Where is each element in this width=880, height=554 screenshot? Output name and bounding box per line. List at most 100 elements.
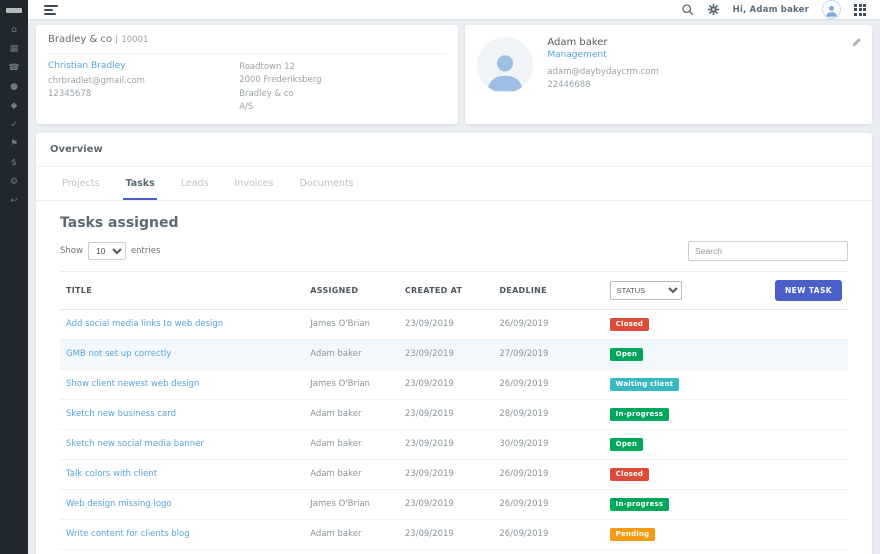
tasks-icon[interactable]: ✓ xyxy=(0,120,28,130)
apps-grid-icon[interactable] xyxy=(854,4,866,16)
calendar-icon[interactable]: ▦ xyxy=(0,44,28,54)
tab-invoices[interactable]: Invoices xyxy=(233,167,276,200)
table-row: Web design missing logoJames O'Brian23/0… xyxy=(60,489,848,519)
task-title-link[interactable]: Sketch new business card xyxy=(66,409,176,419)
cell-deadline: 27/09/2019 xyxy=(493,339,603,369)
table-row: Talk colors with clientAdam baker23/09/2… xyxy=(60,459,848,489)
user-email: adam@daybydaycrm.com xyxy=(547,66,658,79)
search-input[interactable] xyxy=(688,241,848,261)
cell-deadline: 26/09/2019 xyxy=(493,309,603,339)
table-row: Sketch new social media banner Adam baker… xyxy=(60,429,848,459)
cell-assigned: Adam baker xyxy=(304,429,399,459)
projects-icon[interactable]: ◆ xyxy=(0,101,28,111)
new-task-button[interactable]: NEW TASK xyxy=(775,280,842,301)
top-bar: Hi, Adam baker xyxy=(28,0,880,19)
table-row: Write content for clients blog Adam baker… xyxy=(60,519,848,549)
sidebar: ⌂ ▦ ☎ ● ◆ ✓ ⚑ $ ⚙ ↩ xyxy=(0,0,28,554)
column-header-deadline[interactable]: DEADLINE xyxy=(493,271,603,309)
tab-bar: Projects Tasks Leads Invoices Documents xyxy=(36,167,872,201)
address-line: Roadtown 12 xyxy=(239,61,446,74)
tab-tasks[interactable]: Tasks xyxy=(123,167,156,200)
tab-documents[interactable]: Documents xyxy=(297,167,355,200)
overview-title: Overview xyxy=(36,133,872,167)
sidebar-nav: ⌂ ▦ ☎ ● ◆ ✓ ⚑ $ ⚙ ↩ xyxy=(0,25,28,206)
cell-created: 23/09/2019 xyxy=(399,399,494,429)
company-separator: | xyxy=(115,35,118,45)
entries-select[interactable]: 10 xyxy=(88,242,126,260)
contacts-icon[interactable]: ● xyxy=(0,82,28,92)
status-badge: In-progress xyxy=(610,498,670,511)
tab-projects[interactable]: Projects xyxy=(60,167,101,200)
table-row: Sketch new business card Adam baker23/09/… xyxy=(60,399,848,429)
cell-created: 23/09/2019 xyxy=(399,429,494,459)
section-title: Tasks assigned xyxy=(60,215,848,231)
show-label: Show xyxy=(60,246,83,256)
status-badge: Open xyxy=(610,438,644,451)
settings-icon[interactable]: ⚙ xyxy=(0,177,28,187)
cell-deadline: 30/09/2019 xyxy=(493,429,603,459)
cell-assigned: James O'Brian xyxy=(304,309,399,339)
logout-icon[interactable]: ↩ xyxy=(0,196,28,206)
user-role-link[interactable]: Management xyxy=(547,50,658,60)
task-title-link[interactable]: GMB not set up correctly xyxy=(66,349,171,359)
content-area: Bradley & co | 10001 Christian Bradley c… xyxy=(28,19,880,554)
cell-created: 23/09/2019 xyxy=(399,369,494,399)
company-number: 10001 xyxy=(121,35,148,45)
cell-deadline: 26/09/2019 xyxy=(493,489,603,519)
avatar[interactable] xyxy=(822,0,841,19)
contact-name-link[interactable]: Christian Bradley xyxy=(48,61,239,71)
user-name: Adam baker xyxy=(547,37,658,48)
task-title-link[interactable]: Web design missing logo xyxy=(66,499,172,509)
task-title-link[interactable]: Show client newest web design xyxy=(66,379,199,389)
gear-icon[interactable] xyxy=(707,3,720,16)
column-header-title[interactable]: TITLE xyxy=(60,271,304,309)
invoices-icon[interactable]: $ xyxy=(0,158,28,168)
cell-assigned: Adam baker xyxy=(304,519,399,549)
status-badge: Closed xyxy=(610,318,649,331)
leads-icon[interactable]: ⚑ xyxy=(0,139,28,149)
cell-deadline: 26/09/2019 xyxy=(493,519,603,549)
cell-deadline: 26/09/2019 xyxy=(493,459,603,489)
cell-created: 23/09/2019 xyxy=(399,519,494,549)
task-title-link[interactable]: Add social media links to web design xyxy=(66,319,223,329)
cell-created: 23/09/2019 xyxy=(399,489,494,519)
menu-toggle-icon[interactable] xyxy=(44,3,60,17)
task-title-link[interactable]: Write content for clients blog xyxy=(66,529,190,539)
status-filter-select[interactable]: STATUS xyxy=(610,281,682,300)
app-window: ⌂ ▦ ☎ ● ◆ ✓ ⚑ $ ⚙ ↩ Hi, Adam baker xyxy=(0,0,880,554)
table-header-row: TITLE ASSIGNED CREATED AT DEADLINE STATU… xyxy=(60,271,848,309)
cell-assigned: Adam baker xyxy=(304,399,399,429)
column-header-assigned[interactable]: ASSIGNED xyxy=(304,271,399,309)
show-entries-control: Show 10 entries xyxy=(60,242,160,260)
address-line: A/S xyxy=(239,101,446,114)
app-logo[interactable] xyxy=(6,8,22,13)
contact-phone: 12345678 xyxy=(48,88,239,101)
tab-leads[interactable]: Leads xyxy=(179,167,211,200)
user-card: Adam baker Management adam@daybydaycrm.c… xyxy=(465,25,872,124)
cell-created: 23/09/2019 xyxy=(399,309,494,339)
contact-email: chrbradlet@gmail.com xyxy=(48,75,239,88)
status-badge: Waiting client xyxy=(610,378,680,391)
status-badge: In-progress xyxy=(610,408,670,421)
task-title-link[interactable]: Talk colors with client xyxy=(66,469,157,479)
tasks-table: TITLE ASSIGNED CREATED AT DEADLINE STATU… xyxy=(60,271,848,550)
column-header-created-at[interactable]: CREATED AT xyxy=(399,271,494,309)
cell-assigned: Adam baker xyxy=(304,459,399,489)
cell-deadline: 28/09/2019 xyxy=(493,399,603,429)
company-name: Bradley & co xyxy=(48,34,112,45)
user-greeting: Hi, Adam baker xyxy=(733,5,809,15)
user-avatar xyxy=(477,37,533,93)
status-badge: Closed xyxy=(610,468,649,481)
task-title-link[interactable]: Sketch new social media banner xyxy=(66,439,204,449)
clients-icon[interactable]: ☎ xyxy=(0,63,28,73)
cell-deadline: 26/09/2019 xyxy=(493,369,603,399)
client-card-title: Bradley & co | 10001 xyxy=(48,34,446,54)
search-icon[interactable] xyxy=(681,3,694,16)
table-row: Add social media links to web design Jame… xyxy=(60,309,848,339)
table-row: GMB not set up correctlyAdam baker23/09/… xyxy=(60,339,848,369)
dashboard-icon[interactable]: ⌂ xyxy=(0,25,28,35)
user-phone: 22446688 xyxy=(547,79,658,92)
entries-label: entries xyxy=(131,246,160,256)
edit-pencil-icon[interactable] xyxy=(851,33,862,52)
status-badge: Pending xyxy=(610,528,656,541)
